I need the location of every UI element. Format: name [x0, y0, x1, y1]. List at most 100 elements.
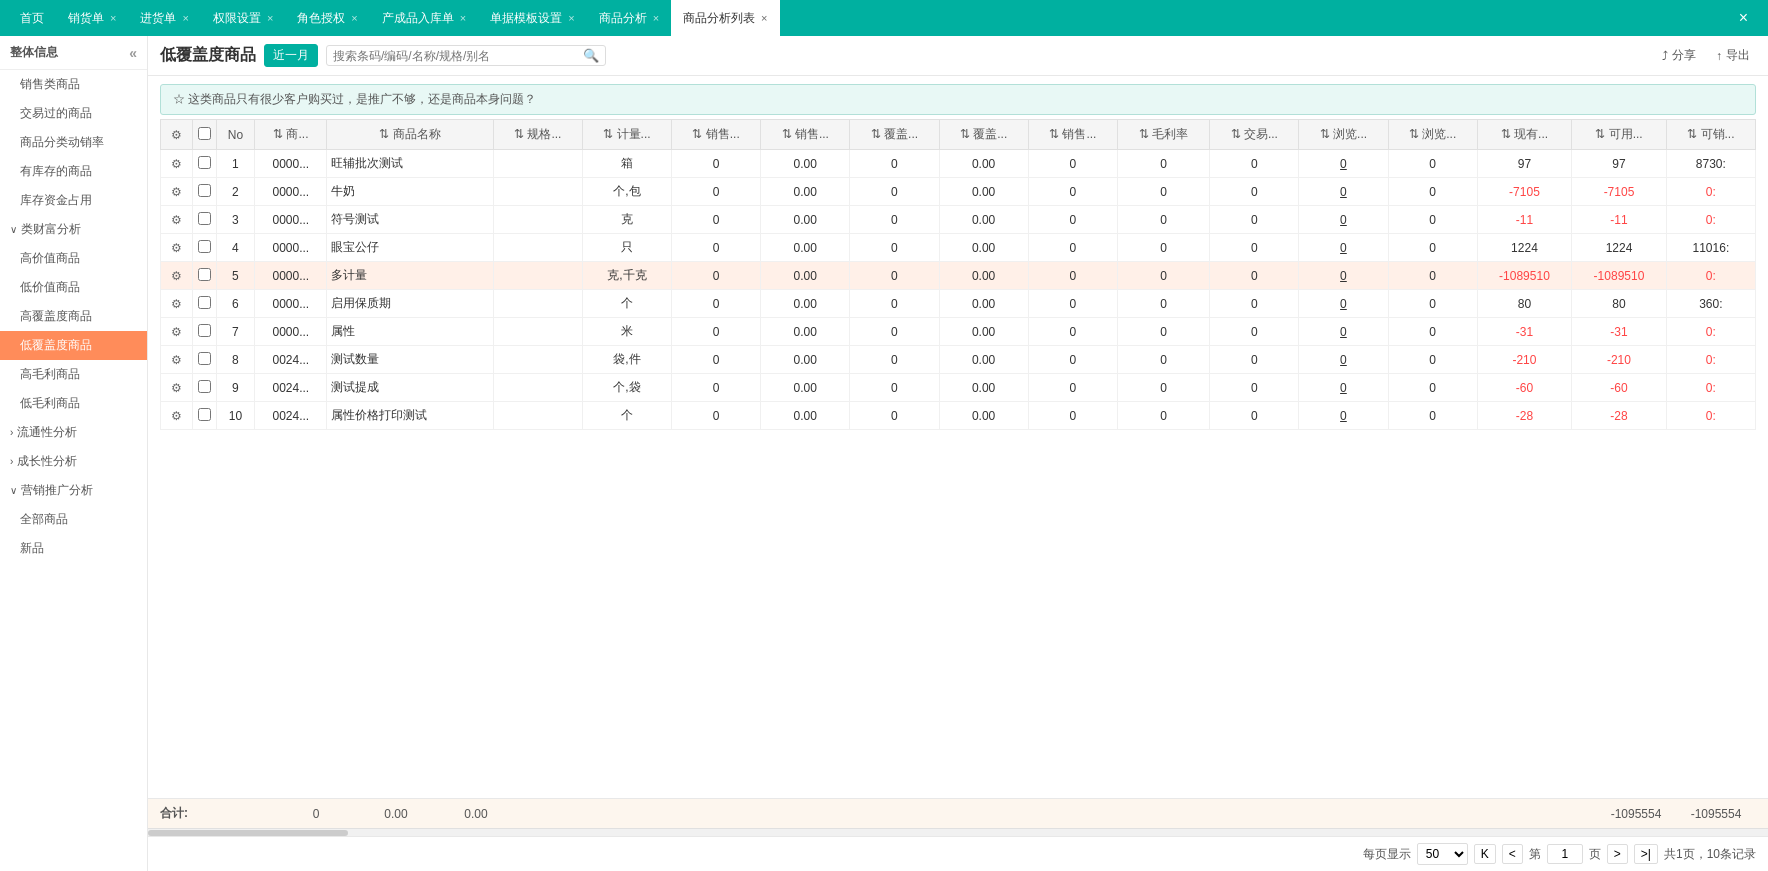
row-browse1[interactable]: 0 — [1299, 206, 1388, 234]
sidebar-item-new-products[interactable]: 新品 — [0, 534, 147, 563]
scrollbar-thumb[interactable] — [148, 830, 348, 836]
nav-product-analysis[interactable]: 商品分析 × — [587, 0, 671, 36]
cover2-column-header[interactable]: ⇅ 覆盖... — [939, 120, 1028, 150]
row-settings[interactable]: ⚙ — [161, 318, 193, 346]
export-button[interactable]: ↑ 导出 — [1710, 45, 1756, 66]
checkbox-column-header[interactable] — [192, 120, 216, 150]
row-browse1[interactable]: 0 — [1299, 150, 1388, 178]
sidebar-group-marketing-analysis[interactable]: ∨ 营销推广分析 — [0, 476, 147, 505]
close-permissions-icon[interactable]: × — [267, 12, 273, 24]
browse1-link[interactable]: 0 — [1340, 157, 1347, 171]
row-checkbox[interactable] — [198, 268, 211, 281]
name-column-header[interactable]: ⇅ 商品名称 — [327, 120, 493, 150]
sidebar-item-high-coverage[interactable]: 高覆盖度商品 — [0, 302, 147, 331]
row-checkbox[interactable] — [198, 240, 211, 253]
nav-home[interactable]: 首页 — [8, 0, 56, 36]
browse1-link[interactable]: 0 — [1340, 381, 1347, 395]
sidebar-item-high-margin[interactable]: 高毛利商品 — [0, 360, 147, 389]
row-checkbox-cell[interactable] — [192, 178, 216, 206]
row-checkbox-cell[interactable] — [192, 346, 216, 374]
close-product-analysis-icon[interactable]: × — [653, 12, 659, 24]
row-settings[interactable]: ⚙ — [161, 346, 193, 374]
nav-sales-order[interactable]: 销货单 × — [56, 0, 128, 36]
first-page-button[interactable]: K — [1474, 844, 1496, 864]
row-settings[interactable]: ⚙ — [161, 374, 193, 402]
filter-recent-month-button[interactable]: 近一月 — [264, 44, 318, 67]
browse1-link[interactable]: 0 — [1340, 185, 1347, 199]
close-roles-icon[interactable]: × — [351, 12, 357, 24]
row-settings[interactable]: ⚙ — [161, 234, 193, 262]
gross-column-header[interactable]: ⇅ 毛利率 — [1117, 120, 1209, 150]
search-input[interactable] — [333, 49, 583, 63]
row-checkbox-cell[interactable] — [192, 290, 216, 318]
current-column-header[interactable]: ⇅ 现有... — [1477, 120, 1572, 150]
row-gear-icon[interactable]: ⚙ — [171, 185, 182, 199]
sidebar-item-sales-products[interactable]: 销售类商品 — [0, 70, 147, 99]
share-button[interactable]: ⤴ 分享 — [1656, 45, 1702, 66]
nav-permissions[interactable]: 权限设置 × — [201, 0, 285, 36]
row-browse1[interactable]: 0 — [1299, 318, 1388, 346]
row-checkbox-cell[interactable] — [192, 374, 216, 402]
close-product-analysis-list-icon[interactable]: × — [761, 12, 767, 24]
row-checkbox-cell[interactable] — [192, 402, 216, 430]
browse1-link[interactable]: 0 — [1340, 353, 1347, 367]
horizontal-scrollbar[interactable] — [148, 828, 1768, 836]
row-gear-icon[interactable]: ⚙ — [171, 297, 182, 311]
settings-column-header[interactable]: ⚙ — [161, 120, 193, 150]
row-browse1[interactable]: 0 — [1299, 178, 1388, 206]
page-input[interactable] — [1547, 844, 1583, 864]
sidebar-item-low-coverage[interactable]: 低覆盖度商品 — [0, 331, 147, 360]
row-checkbox[interactable] — [198, 352, 211, 365]
row-settings[interactable]: ⚙ — [161, 290, 193, 318]
row-gear-icon[interactable]: ⚙ — [171, 409, 182, 423]
row-gear-icon[interactable]: ⚙ — [171, 213, 182, 227]
row-browse1[interactable]: 0 — [1299, 402, 1388, 430]
per-page-select[interactable]: 50 100 200 — [1417, 843, 1468, 865]
sidebar-item-category-sales-rate[interactable]: 商品分类动销率 — [0, 128, 147, 157]
gear-icon[interactable]: ⚙ — [171, 128, 182, 142]
row-browse1[interactable]: 0 — [1299, 234, 1388, 262]
nav-product-analysis-list[interactable]: 商品分析列表 × — [671, 0, 779, 36]
row-settings[interactable]: ⚙ — [161, 150, 193, 178]
browse2-column-header[interactable]: ⇅ 浏览... — [1388, 120, 1477, 150]
browse1-link[interactable]: 0 — [1340, 269, 1347, 283]
browse1-link[interactable]: 0 — [1340, 409, 1347, 423]
row-gear-icon[interactable]: ⚙ — [171, 325, 182, 339]
browse1-link[interactable]: 0 — [1340, 213, 1347, 227]
browse1-link[interactable]: 0 — [1340, 325, 1347, 339]
sidebar-item-traded-products[interactable]: 交易过的商品 — [0, 99, 147, 128]
row-browse1[interactable]: 0 — [1299, 262, 1388, 290]
row-checkbox-cell[interactable] — [192, 206, 216, 234]
row-gear-icon[interactable]: ⚙ — [171, 381, 182, 395]
row-checkbox[interactable] — [198, 408, 211, 421]
close-template-settings-icon[interactable]: × — [568, 12, 574, 24]
row-settings[interactable]: ⚙ — [161, 262, 193, 290]
unit-column-header[interactable]: ⇅ 计量... — [582, 120, 671, 150]
window-close-button[interactable]: × — [1727, 9, 1760, 27]
sidebar-collapse-button[interactable]: « — [129, 45, 137, 61]
sidebar-group-wealth-analysis[interactable]: ∨ 类财富分析 — [0, 215, 147, 244]
row-checkbox-cell[interactable] — [192, 150, 216, 178]
nav-purchase-order[interactable]: 进货单 × — [128, 0, 200, 36]
row-gear-icon[interactable]: ⚙ — [171, 157, 182, 171]
next-page-button[interactable]: > — [1607, 844, 1628, 864]
sales1-column-header[interactable]: ⇅ 销售... — [672, 120, 761, 150]
row-settings[interactable]: ⚙ — [161, 178, 193, 206]
row-settings[interactable]: ⚙ — [161, 206, 193, 234]
sidebar-item-in-stock[interactable]: 有库存的商品 — [0, 157, 147, 186]
sales2-column-header[interactable]: ⇅ 销售... — [761, 120, 850, 150]
sidebar-item-low-value[interactable]: 低价值商品 — [0, 273, 147, 302]
browse1-link[interactable]: 0 — [1340, 297, 1347, 311]
row-gear-icon[interactable]: ⚙ — [171, 353, 182, 367]
row-gear-icon[interactable]: ⚙ — [171, 241, 182, 255]
row-checkbox-cell[interactable] — [192, 318, 216, 346]
sidebar-item-low-margin[interactable]: 低毛利商品 — [0, 389, 147, 418]
row-checkbox[interactable] — [198, 156, 211, 169]
row-checkbox-cell[interactable] — [192, 262, 216, 290]
close-production-warehouse-icon[interactable]: × — [460, 12, 466, 24]
close-sales-order-icon[interactable]: × — [110, 12, 116, 24]
sellable-column-header[interactable]: ⇅ 可销... — [1666, 120, 1755, 150]
row-settings[interactable]: ⚙ — [161, 402, 193, 430]
browse1-link[interactable]: 0 — [1340, 241, 1347, 255]
last-page-button[interactable]: >| — [1634, 844, 1658, 864]
